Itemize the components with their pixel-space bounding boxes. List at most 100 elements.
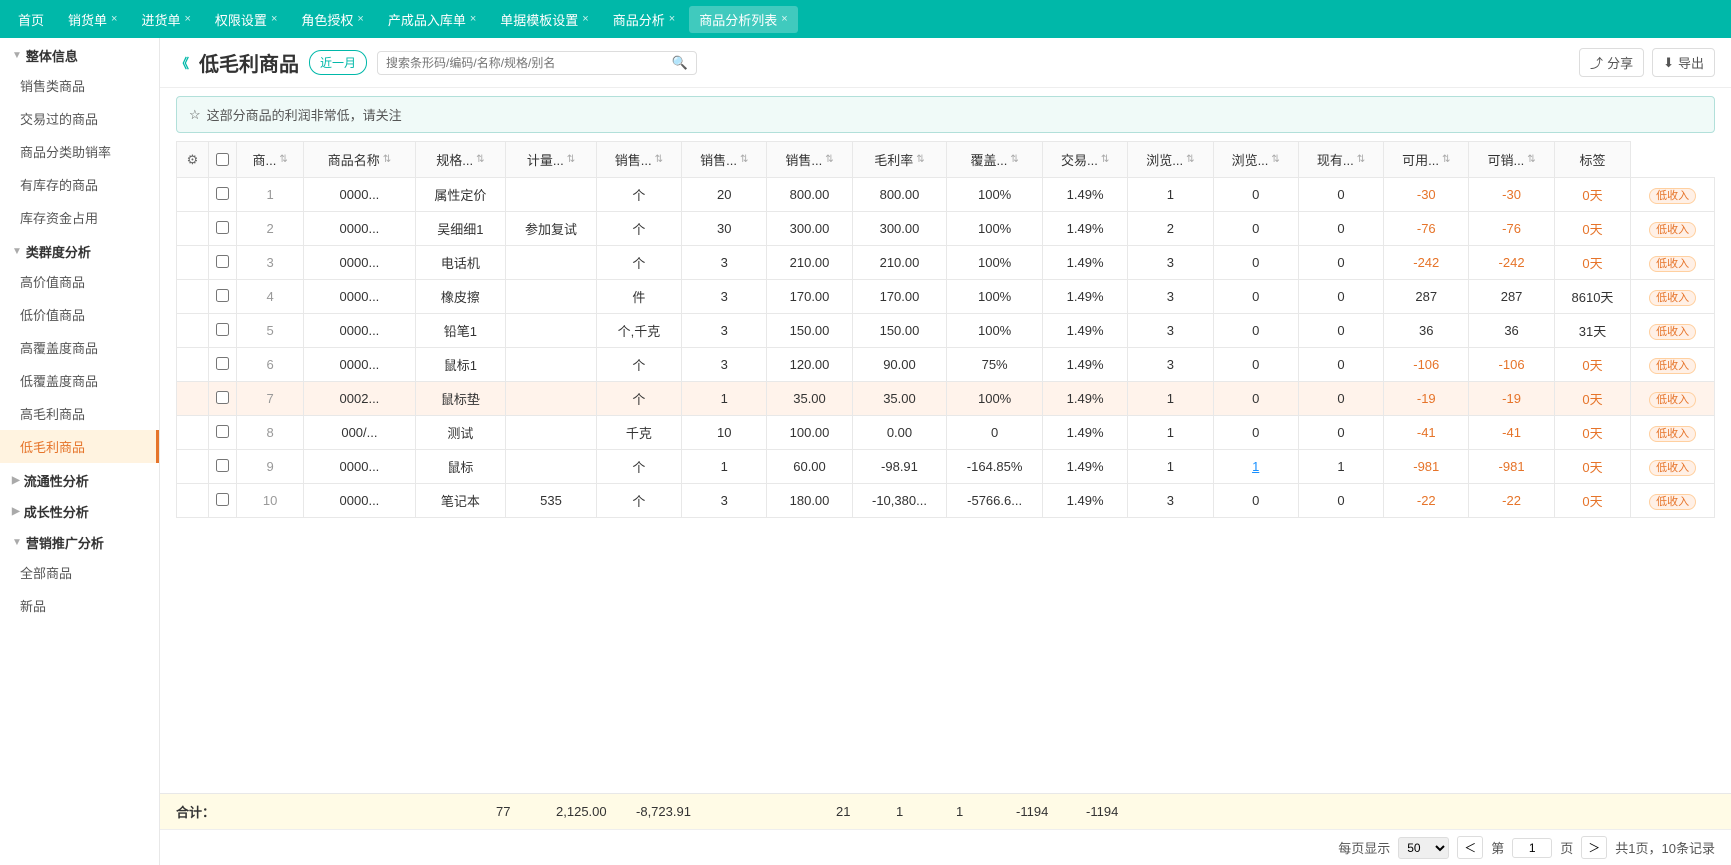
row-checkbox[interactable] [209, 178, 237, 212]
close-icon[interactable]: × [111, 13, 117, 25]
col-browse1[interactable]: 浏览...⇅ [1128, 142, 1213, 178]
sort-icon[interactable]: ⇅ [740, 154, 748, 165]
row-checkbox[interactable] [209, 382, 237, 416]
row-checkbox[interactable] [209, 280, 237, 314]
sidebar-item-high-value[interactable]: 高价值商品 [0, 265, 159, 298]
select-all-checkbox[interactable] [216, 153, 229, 166]
export-button[interactable]: ⬇ 导出 [1652, 48, 1715, 77]
sidebar-section-general[interactable]: ▼ 整体信息 [0, 38, 159, 69]
row-checkbox[interactable] [209, 348, 237, 382]
nav-product-analysis[interactable]: 商品分析 × [603, 6, 685, 33]
nav-product-stock[interactable]: 产成品入库单 × [378, 6, 486, 33]
col-browse2[interactable]: 浏览...⇅ [1213, 142, 1298, 178]
nav-role-auth[interactable]: 角色授权 × [291, 6, 373, 33]
row-code: 0000... [304, 280, 415, 314]
col-transactions[interactable]: 交易...⇅ [1042, 142, 1127, 178]
sort-icon[interactable]: ⇅ [476, 154, 484, 165]
col-current-stock[interactable]: 现有...⇅ [1298, 142, 1383, 178]
sidebar-item-high-profit[interactable]: 高毛利商品 [0, 397, 159, 430]
sidebar-section-growth[interactable]: ▶ 成长性分析 [0, 494, 159, 525]
settings-icon[interactable]: ⚙ [187, 152, 199, 168]
row-checkbox[interactable] [209, 246, 237, 280]
col-name[interactable]: 商品名称⇅ [304, 142, 415, 178]
sidebar-item-low-coverage[interactable]: 低覆盖度商品 [0, 364, 159, 397]
col-sellable[interactable]: 可销...⇅ [1469, 142, 1554, 178]
row-browse2: 0 [1298, 246, 1383, 280]
col-sales-qty[interactable]: 销售...⇅ [596, 142, 681, 178]
col-code[interactable]: 商...⇅ [237, 142, 304, 178]
col-gross-rate[interactable]: 毛利率⇅ [852, 142, 947, 178]
nav-home[interactable]: 首页 [8, 6, 54, 33]
col-spec[interactable]: 规格...⇅ [415, 142, 506, 178]
close-icon[interactable]: × [357, 13, 363, 25]
row-checkbox[interactable] [209, 314, 237, 348]
sidebar-item-all-products[interactable]: 全部商品 [0, 556, 159, 589]
sidebar-item-low-value[interactable]: 低价值商品 [0, 298, 159, 331]
nav-permission[interactable]: 权限设置 × [205, 6, 287, 33]
page-number-input[interactable] [1512, 838, 1552, 858]
sidebar-item-high-coverage[interactable]: 高覆盖度商品 [0, 331, 159, 364]
sidebar-section-circulation[interactable]: ▶ 流通性分析 [0, 463, 159, 494]
row-checkbox[interactable] [209, 212, 237, 246]
sort-icon[interactable]: ⇅ [1101, 154, 1109, 165]
sort-icon[interactable]: ⇅ [1271, 154, 1279, 165]
nav-sales-order[interactable]: 销货单 × [58, 6, 127, 33]
row-sales-qty: 1 [682, 450, 767, 484]
close-icon[interactable]: × [470, 13, 476, 25]
col-settings[interactable]: ⚙ [177, 142, 209, 178]
sort-icon[interactable]: ⇅ [655, 154, 663, 165]
sidebar-item-category-rate[interactable]: 商品分类助销率 [0, 135, 159, 168]
row-browse1: 0 [1213, 212, 1298, 246]
sort-icon[interactable]: ⇅ [825, 154, 833, 165]
nav-purchase-order[interactable]: 进货单 × [131, 6, 200, 33]
close-icon[interactable]: × [184, 13, 190, 25]
row-sellable: 0天 [1554, 178, 1631, 212]
close-icon[interactable]: × [271, 13, 277, 25]
prev-page-button[interactable]: ＜ [1457, 836, 1483, 859]
search-input[interactable] [386, 56, 672, 70]
sort-icon[interactable]: ⇅ [1357, 154, 1365, 165]
sort-icon[interactable]: ⇅ [1186, 154, 1194, 165]
sort-icon[interactable]: ⇅ [1010, 154, 1018, 165]
per-page-select[interactable]: 50 100 200 [1398, 837, 1449, 859]
nav-product-analysis-list[interactable]: 商品分析列表 × [689, 6, 797, 33]
col-tag[interactable]: 标签 [1554, 142, 1631, 178]
row-checkbox[interactable] [209, 416, 237, 450]
col-coverage[interactable]: 覆盖...⇅ [947, 142, 1043, 178]
row-unit: 个 [596, 484, 681, 518]
row-checkbox[interactable] [209, 450, 237, 484]
sidebar-section-marketing[interactable]: ▼ 营销推广分析 [0, 525, 159, 556]
sort-icon[interactable]: ⇅ [916, 154, 924, 165]
sidebar-item-sales-products[interactable]: 销售类商品 [0, 69, 159, 102]
sort-icon[interactable]: ⇅ [279, 154, 287, 165]
row-sales-qty: 20 [682, 178, 767, 212]
share-button[interactable]: ⤴ 分享 [1579, 48, 1644, 77]
table-row: 6 0000... 鼠标1 个 3 120.00 90.00 75% 1.49%… [177, 348, 1715, 382]
col-checkbox[interactable] [209, 142, 237, 178]
sort-icon[interactable]: ⇅ [567, 154, 575, 165]
filter-period-button[interactable]: 近一月 [309, 50, 367, 75]
search-icon[interactable]: 🔍 [672, 55, 688, 71]
sidebar-section-cluster[interactable]: ▼ 类群度分析 [0, 234, 159, 265]
collapse-sidebar-icon[interactable]: 《 [176, 53, 189, 72]
row-sales-profit: 150.00 [852, 314, 947, 348]
sort-icon[interactable]: ⇅ [1527, 154, 1535, 165]
col-sales-amount[interactable]: 销售...⇅ [682, 142, 767, 178]
sidebar-item-low-profit[interactable]: 低毛利商品 [0, 430, 159, 463]
next-page-button[interactable]: ＞ [1581, 836, 1607, 859]
sidebar-item-new-products[interactable]: 新品 [0, 589, 159, 622]
close-icon[interactable]: × [582, 13, 588, 25]
close-icon[interactable]: × [669, 13, 675, 25]
nav-template-settings[interactable]: 单据模板设置 × [490, 6, 598, 33]
sidebar-item-in-stock[interactable]: 有库存的商品 [0, 168, 159, 201]
col-unit[interactable]: 计量...⇅ [506, 142, 597, 178]
sort-icon[interactable]: ⇅ [1442, 154, 1450, 165]
col-available[interactable]: 可用...⇅ [1384, 142, 1469, 178]
sidebar-item-stock-capital[interactable]: 库存资金占用 [0, 201, 159, 234]
col-sales-profit[interactable]: 销售...⇅ [767, 142, 852, 178]
sidebar-item-traded-products[interactable]: 交易过的商品 [0, 102, 159, 135]
sort-icon[interactable]: ⇅ [383, 154, 391, 165]
row-checkbox[interactable] [209, 484, 237, 518]
close-icon[interactable]: × [781, 13, 787, 25]
top-nav: 首页 销货单 × 进货单 × 权限设置 × 角色授权 × 产成品入库单 × 单据… [0, 0, 1731, 38]
